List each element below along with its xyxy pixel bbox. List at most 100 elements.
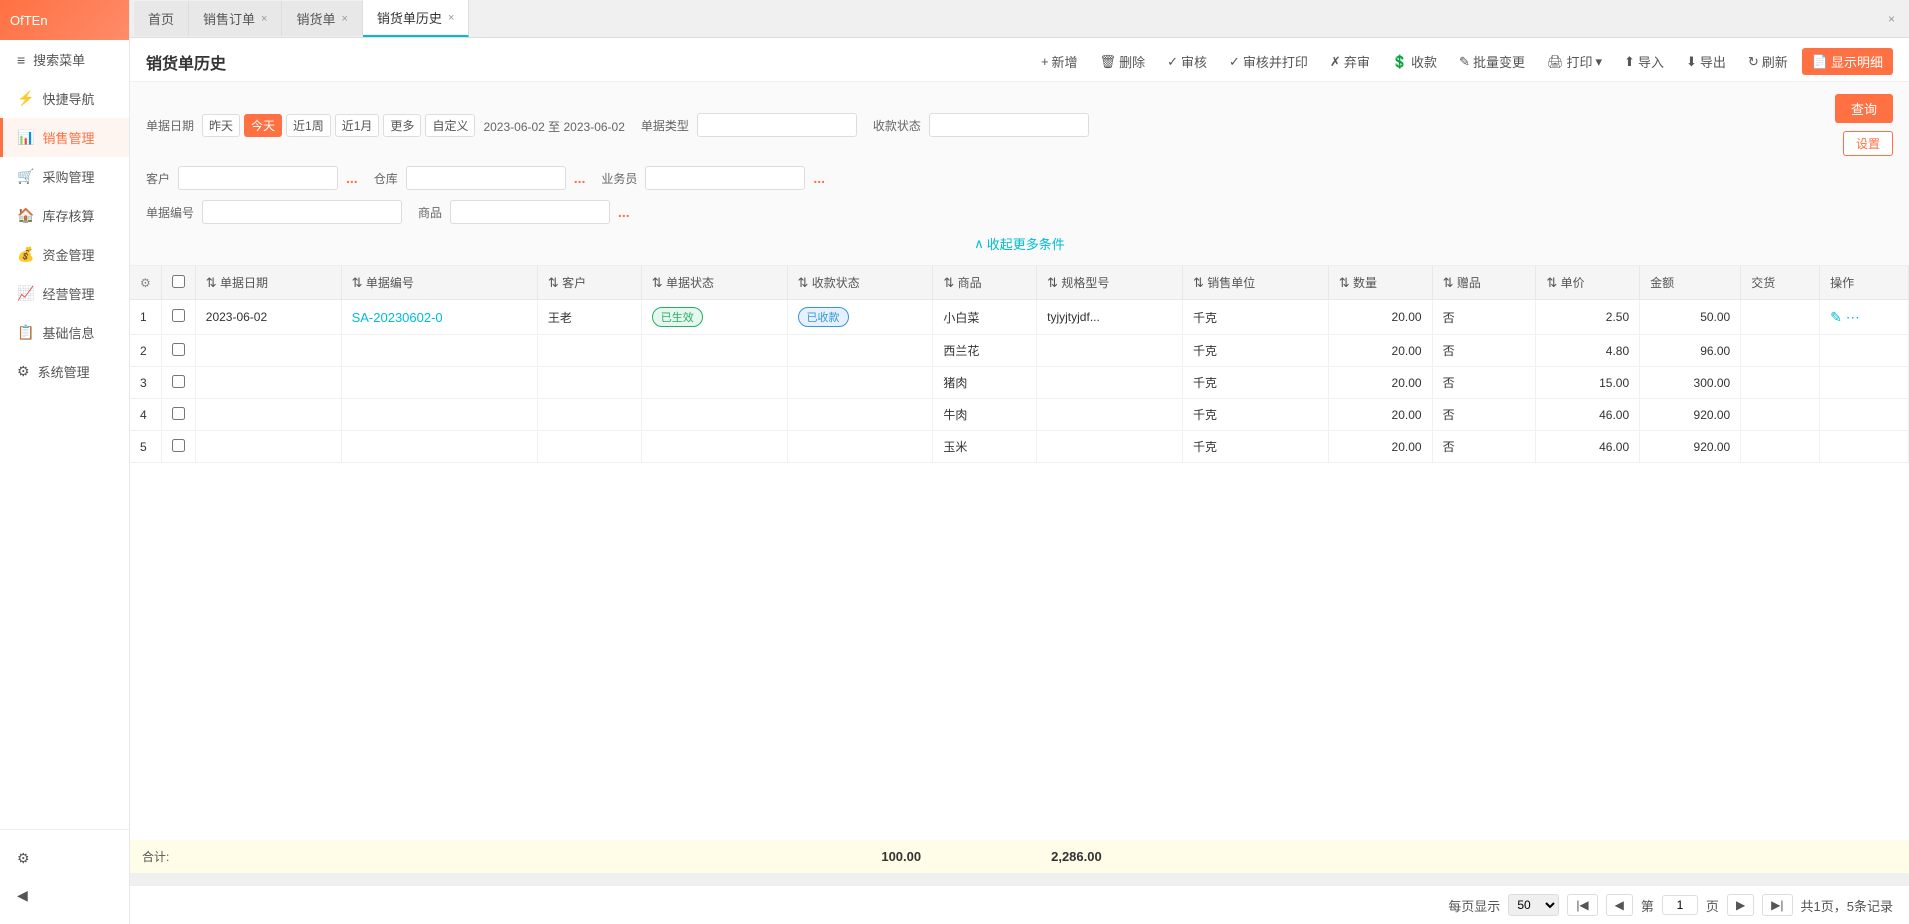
sort-goods-icon[interactable]: ⇅ <box>943 275 954 290</box>
doc-no-link[interactable]: SA-20230602-0 <box>352 310 443 325</box>
sort-docstatus-icon[interactable]: ⇅ <box>652 275 663 290</box>
cell-checkbox[interactable] <box>161 431 195 463</box>
sidebar-item-ops-mgmt[interactable]: 📈 经营管理 <box>0 274 129 313</box>
close-sales-delivery-icon[interactable]: × <box>341 13 347 25</box>
show-detail-button[interactable]: 📄 显示明细 <box>1802 48 1893 75</box>
total-info: 共1页，5条记录 <box>1801 896 1893 915</box>
batch-change-button[interactable]: ✎ 批量变更 <box>1451 48 1533 75</box>
print-icon: 🖨 <box>1547 54 1564 70</box>
cell-price: 46.00 <box>1536 431 1640 463</box>
first-page-btn[interactable]: |◀ <box>1567 894 1597 916</box>
import-button[interactable]: ⬆ 导入 <box>1616 48 1672 75</box>
sort-qty-icon[interactable]: ⇅ <box>1339 275 1350 290</box>
sort-docno-icon[interactable]: ⇅ <box>352 275 363 290</box>
sidebar-item-search-menu[interactable]: ≡ 搜索菜单 <box>0 40 129 79</box>
prev-page-btn[interactable]: ◀ <box>1606 894 1633 916</box>
sidebar-item-quick-nav[interactable]: ⚡ 快捷导航 <box>0 79 129 118</box>
date-last1m-btn[interactable]: 近1月 <box>335 114 380 137</box>
tab-sales-history[interactable]: 销货单历史 × <box>363 0 469 37</box>
next-page-btn[interactable]: ▶ <box>1727 894 1754 916</box>
collapse-toggle[interactable]: ∧ 收起更多条件 <box>974 234 1065 253</box>
doc-no-input[interactable] <box>202 200 402 224</box>
salesperson-ellipsis[interactable]: ... <box>813 170 825 186</box>
date-last7-btn[interactable]: 近1周 <box>286 114 331 137</box>
close-all-tabs[interactable]: × <box>1878 12 1905 26</box>
date-custom-btn[interactable]: 自定义 <box>425 114 475 137</box>
sort-date-icon[interactable]: ⇅ <box>206 275 217 290</box>
tab-home[interactable]: 首页 <box>134 1 189 36</box>
sidebar-item-settings[interactable]: ⚙ <box>0 840 129 877</box>
export-button[interactable]: ⬇ 导出 <box>1678 48 1734 75</box>
sort-gift-icon[interactable]: ⇅ <box>1443 275 1454 290</box>
horizontal-scrollbar[interactable] <box>130 873 1909 885</box>
sidebar-item-sys-mgmt[interactable]: ⚙ 系统管理 <box>0 352 129 391</box>
sort-unit-icon[interactable]: ⇅ <box>1193 275 1204 290</box>
finance-icon: 💰 <box>17 246 34 263</box>
goods-ellipsis[interactable]: ... <box>618 204 630 220</box>
refresh-icon: ↻ <box>1748 54 1759 70</box>
sort-price-icon[interactable]: ⇅ <box>1546 275 1557 290</box>
new-button[interactable]: + 新增 <box>1033 48 1086 75</box>
sidebar-item-inventory[interactable]: 🏠 库存核算 <box>0 196 129 235</box>
customer-ellipsis[interactable]: ... <box>346 170 358 186</box>
audit-icon: ✓ <box>1167 54 1178 70</box>
print-button[interactable]: 🖨 打印 ▾ <box>1539 48 1610 75</box>
date-label: 单据日期 <box>146 117 194 134</box>
cell-checkbox[interactable] <box>161 335 195 367</box>
date-more-btn[interactable]: 更多 <box>383 114 421 137</box>
cell-docno[interactable]: SA-20230602-0 <box>341 300 537 335</box>
sort-paystatus-icon[interactable]: ⇅ <box>798 275 809 290</box>
tab-sales-order[interactable]: 销售订单 × <box>189 1 282 36</box>
payment-status-select[interactable] <box>929 113 1089 137</box>
sidebar-item-collapse[interactable]: ◀ <box>0 877 129 914</box>
more-op-icon[interactable]: ⋯ <box>1846 309 1860 326</box>
warehouse-input[interactable] <box>406 166 566 190</box>
goods-input[interactable] <box>450 200 610 224</box>
customer-input[interactable] <box>178 166 338 190</box>
col-doc-status: ⇅ 单据状态 <box>641 266 787 300</box>
close-sales-history-icon[interactable]: × <box>448 12 454 24</box>
row-checkbox[interactable] <box>172 375 185 388</box>
setting-button[interactable]: 设置 <box>1843 131 1893 156</box>
sys-mgmt-icon: ⚙ <box>17 363 30 380</box>
date-yesterday-btn[interactable]: 昨天 <box>202 114 240 137</box>
query-button[interactable]: 查询 <box>1835 94 1893 123</box>
cell-seq: 1 <box>130 300 161 335</box>
tab-sales-delivery[interactable]: 销货单 × <box>282 1 362 36</box>
refresh-button[interactable]: ↻ 刷新 <box>1740 48 1796 75</box>
per-page-select[interactable]: 50 100 <box>1508 894 1559 916</box>
audit-print-button[interactable]: ✓ 审核并打印 <box>1221 48 1316 75</box>
delete-button[interactable]: 🗑 删除 <box>1092 48 1154 75</box>
select-all-checkbox[interactable] <box>172 275 185 288</box>
cell-checkbox[interactable] <box>161 399 195 431</box>
cell-checkbox[interactable] <box>161 367 195 399</box>
cell-checkbox[interactable] <box>161 300 195 335</box>
audit-button[interactable]: ✓ 审核 <box>1159 48 1215 75</box>
gear-column-header[interactable]: ⚙ <box>130 266 161 300</box>
row-checkbox[interactable] <box>172 343 185 356</box>
doc-type-select[interactable] <box>697 113 857 137</box>
show-detail-icon: 📄 <box>1812 54 1828 70</box>
cell-price: 15.00 <box>1536 367 1640 399</box>
table-header-row: ⚙ ⇅ 单据日期 ⇅ 单据编号 ⇅ 客户 ⇅ 单据状态 ⇅ 收款状态 ⇅ 商品 … <box>130 266 1909 300</box>
last-page-btn[interactable]: ▶| <box>1762 894 1792 916</box>
sort-spec-icon[interactable]: ⇅ <box>1047 275 1058 290</box>
row-checkbox[interactable] <box>172 439 185 452</box>
abandon-button[interactable]: ✗ 弃审 <box>1322 48 1378 75</box>
salesperson-input[interactable] <box>645 166 805 190</box>
sidebar-item-basic-info[interactable]: 📋 基础信息 <box>0 313 129 352</box>
refresh-label: 刷新 <box>1762 52 1788 71</box>
edit-op-icon[interactable]: ✎ <box>1830 309 1842 326</box>
row-checkbox[interactable] <box>172 407 185 420</box>
page-input[interactable] <box>1662 895 1698 915</box>
close-sales-order-icon[interactable]: × <box>261 13 267 25</box>
row-checkbox[interactable] <box>172 309 185 322</box>
collect-button[interactable]: 💲 收款 <box>1384 48 1445 75</box>
export-label: 导出 <box>1700 52 1726 71</box>
warehouse-ellipsis[interactable]: ... <box>574 170 586 186</box>
sort-customer-icon[interactable]: ⇅ <box>548 275 559 290</box>
date-today-btn[interactable]: 今天 <box>244 114 282 137</box>
sidebar-item-purchase-mgmt[interactable]: 🛒 采购管理 <box>0 157 129 196</box>
sidebar-item-sales-mgmt[interactable]: 📊 销售管理 <box>0 118 129 157</box>
sidebar-item-finance-mgmt[interactable]: 💰 资金管理 <box>0 235 129 274</box>
